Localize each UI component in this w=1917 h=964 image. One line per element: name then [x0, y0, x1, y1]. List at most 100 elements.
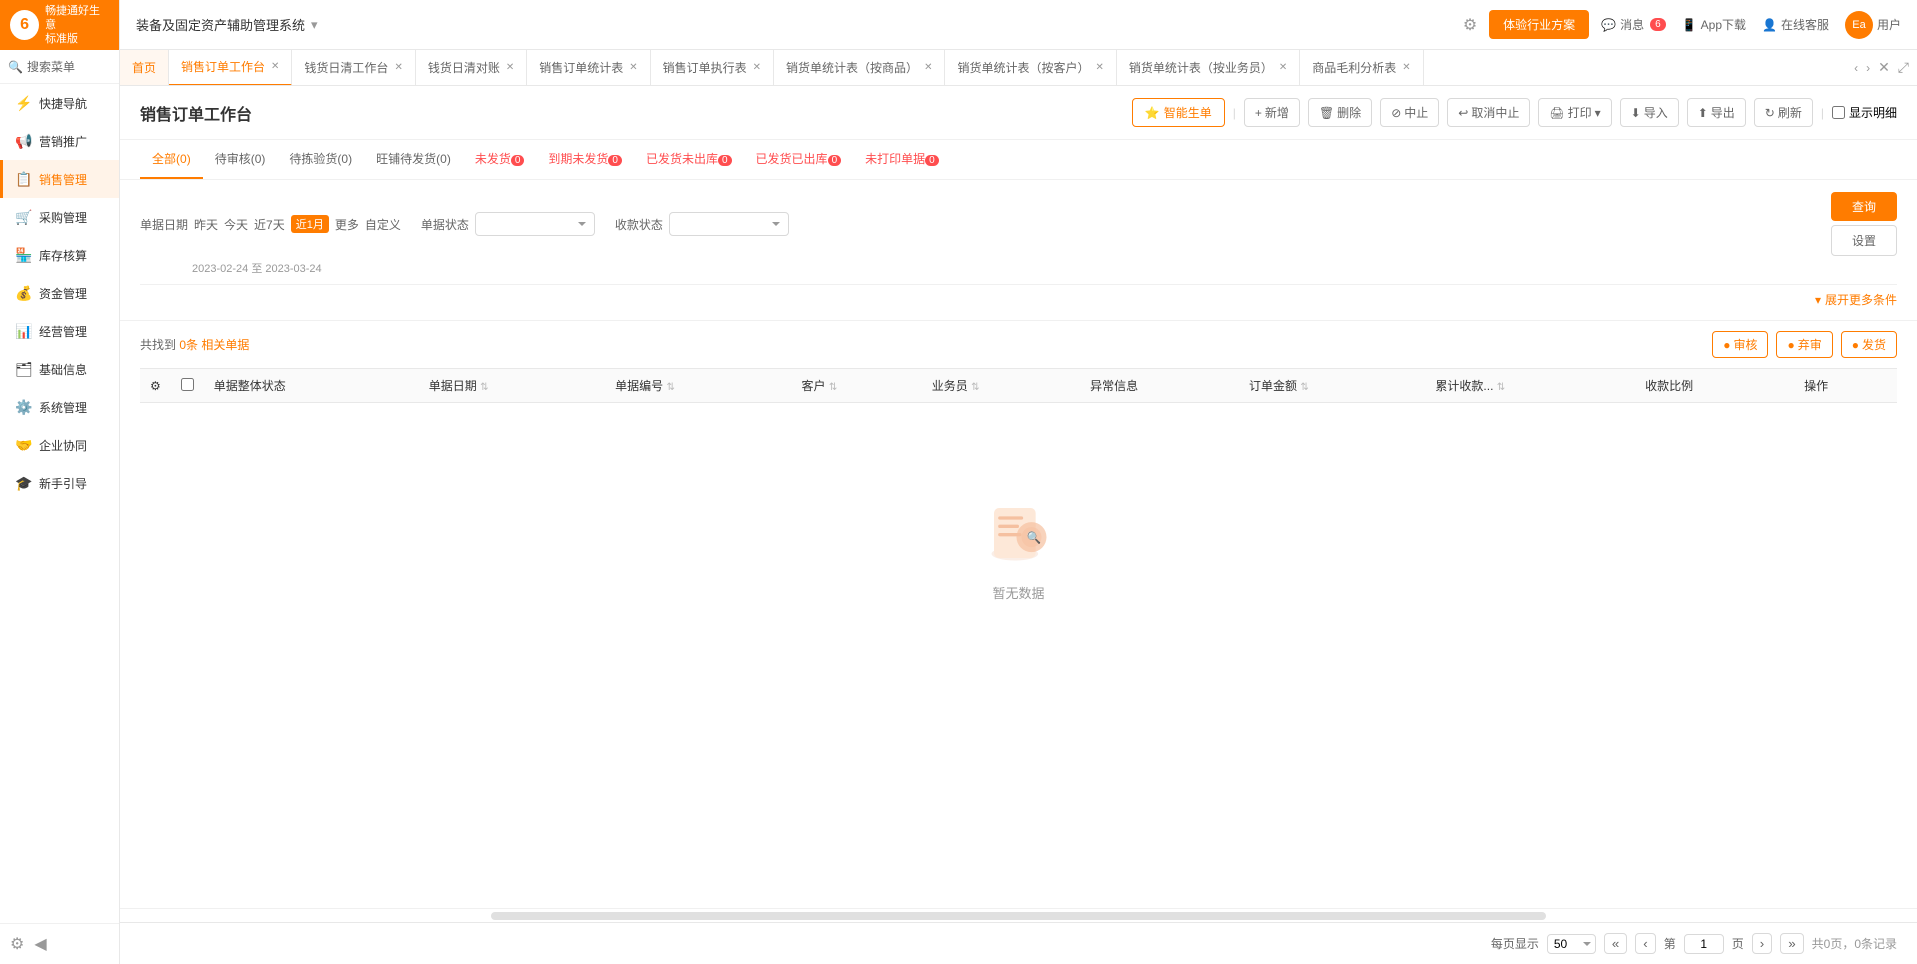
tab-reconcile-close[interactable]: ✕ [506, 62, 514, 73]
user-action[interactable]: Ea 用户 [1845, 11, 1901, 39]
tab-expand-icon[interactable]: ⤢ [1894, 55, 1913, 80]
expand-btn[interactable]: ▾ 展开更多条件 [1815, 291, 1897, 308]
sidebar-item-marketing[interactable]: 📢 营销推广 [0, 122, 119, 160]
date-opt-yesterday[interactable]: 昨天 [194, 216, 218, 233]
tab-sales-workbench[interactable]: 销售订单工作台 ✕ [169, 50, 292, 86]
settings-icon[interactable]: ⚙ [150, 379, 161, 393]
tab-stat-product-close[interactable]: ✕ [924, 62, 932, 73]
payment-select[interactable] [669, 212, 789, 236]
tab-stat-close[interactable]: ✕ [629, 62, 637, 73]
col-received-header[interactable]: 累计收款... ⇅ [1425, 369, 1635, 403]
filter-tab-not-printed[interactable]: 未打印单据0 [853, 140, 951, 179]
sidebar-item-finance[interactable]: 💰 资金管理 [0, 274, 119, 312]
sidebar-item-enterprise[interactable]: 🤝 企业协同 [0, 426, 119, 464]
sidebar-search[interactable]: 🔍 搜索菜单 [0, 50, 119, 84]
tab-home[interactable]: 首页 [120, 50, 169, 86]
filter-tab-wangpu[interactable]: 旺铺待发货(0) [364, 140, 463, 179]
tab-sales-close[interactable]: ✕ [271, 61, 279, 72]
select-all-checkbox[interactable] [181, 378, 194, 391]
col-staff-header[interactable]: 业务员 ⇅ [922, 369, 1080, 403]
tab-cash-close[interactable]: ✕ [394, 62, 402, 73]
sidebar-item-basic[interactable]: 🗂 基础信息 [0, 350, 119, 388]
print-btn[interactable]: 🖨 打印 ▾ [1538, 98, 1611, 127]
horizontal-scrollbar-thumb[interactable] [491, 912, 1545, 920]
settings-bottom-icon[interactable]: ⚙ [10, 934, 24, 954]
show-detail-checkbox[interactable] [1832, 106, 1845, 119]
tab-exec-close[interactable]: ✕ [753, 62, 761, 73]
tab-sales-stat-product[interactable]: 销货单统计表（按商品） ✕ [774, 50, 945, 86]
query-btn[interactable]: 查询 [1831, 192, 1897, 221]
cancel-review-btn[interactable]: ● 弃审 [1776, 331, 1832, 358]
sidebar-item-ops[interactable]: 📊 经营管理 [0, 312, 119, 350]
online-service-action[interactable]: 👤 在线客服 [1762, 16, 1829, 33]
app-download-action[interactable]: 📱 App下载 [1682, 16, 1746, 33]
smart-btn[interactable]: ⭐ 智能生单 [1132, 98, 1225, 127]
received-sort-icon[interactable]: ⇅ [1497, 382, 1505, 393]
filter-tab-pending-review[interactable]: 待审核(0) [203, 140, 278, 179]
stop-btn[interactable]: ⊘ 中止 [1380, 98, 1439, 127]
date-opt-custom[interactable]: 自定义 [365, 216, 401, 233]
filter-tab-shipped-out-wh[interactable]: 已发货已出库0 [744, 140, 854, 179]
export-btn[interactable]: ⬆ 导出 [1687, 98, 1746, 127]
sidebar-item-inventory[interactable]: 🏪 库存核算 [0, 236, 119, 274]
filter-tab-overdue[interactable]: 到期未发货0 [536, 140, 634, 179]
tab-sales-stat[interactable]: 销售订单统计表 ✕ [527, 50, 650, 86]
date-opt-1month[interactable]: 近1月 [291, 215, 329, 233]
date-opt-today[interactable]: 今天 [224, 216, 248, 233]
refresh-btn[interactable]: ↻ 刷新 [1754, 98, 1813, 127]
cancel-stop-btn[interactable]: ↩ 取消中止 [1447, 98, 1530, 127]
staff-sort-icon[interactable]: ⇅ [971, 382, 979, 393]
first-page-btn[interactable]: « [1604, 933, 1627, 954]
sidebar-item-purchase[interactable]: 🛒 采购管理 [0, 198, 119, 236]
col-amount-header[interactable]: 订单金额 ⇅ [1239, 369, 1425, 403]
tab-stat-staff-close[interactable]: ✕ [1279, 62, 1287, 73]
next-page-btn[interactable]: › [1752, 933, 1772, 954]
table-scroll-container[interactable]: ⚙ 单据整体状态 单据日期 ⇅ [140, 368, 1897, 682]
tab-sales-exec[interactable]: 销售订单执行表 ✕ [651, 50, 774, 86]
page-input[interactable] [1684, 934, 1724, 954]
topbar-settings-icon[interactable]: ⚙ [1463, 15, 1477, 35]
amount-sort-icon[interactable]: ⇅ [1300, 382, 1308, 393]
date-sort-icon[interactable]: ⇅ [480, 382, 488, 393]
tab-sales-stat-staff[interactable]: 销货单统计表（按业务员） ✕ [1117, 50, 1300, 86]
number-sort-icon[interactable]: ⇅ [667, 382, 675, 393]
message-action[interactable]: 💬 消息 6 [1601, 16, 1666, 33]
setting-btn[interactable]: 设置 [1831, 225, 1897, 256]
customer-sort-icon[interactable]: ⇅ [829, 382, 837, 393]
status-select[interactable] [475, 212, 595, 236]
tab-margin-close[interactable]: ✕ [1402, 62, 1410, 73]
date-opt-7days[interactable]: 近7天 [254, 216, 285, 233]
sidebar-item-sales[interactable]: 📋 销售管理 [0, 160, 119, 198]
tab-cash-reconcile[interactable]: 钱货日清对账 ✕ [416, 50, 527, 86]
show-detail-label[interactable]: 显示明细 [1832, 104, 1897, 121]
add-btn[interactable]: + 新增 [1244, 98, 1300, 127]
tab-close-all-icon[interactable]: ✕ [1874, 55, 1894, 80]
ship-btn[interactable]: ● 发货 [1841, 331, 1897, 358]
per-page-select[interactable]: 50 10 20 100 [1547, 934, 1596, 954]
delete-btn[interactable]: 🗑 删除 [1308, 98, 1372, 127]
date-opt-more[interactable]: 更多 [335, 216, 359, 233]
tab-prev-icon[interactable]: ‹ [1850, 57, 1862, 79]
import-btn[interactable]: ⬇ 导入 [1620, 98, 1679, 127]
filter-tab-pending-inspect[interactable]: 待拣验货(0) [277, 140, 364, 179]
filter-tab-shipped-not-wh[interactable]: 已发货未出库0 [634, 140, 744, 179]
tab-next-icon[interactable]: › [1862, 57, 1874, 79]
industry-btn[interactable]: 体验行业方案 [1489, 10, 1589, 39]
col-number-header[interactable]: 单据编号 ⇅ [605, 369, 791, 403]
sidebar-item-system[interactable]: ⚙️ 系统管理 [0, 388, 119, 426]
collapse-icon[interactable]: ◀ [34, 934, 46, 954]
sidebar-item-guide[interactable]: 🎓 新手引导 [0, 464, 119, 502]
prev-page-btn[interactable]: ‹ [1635, 933, 1655, 954]
filter-tab-all[interactable]: 全部(0) [140, 140, 203, 179]
review-btn[interactable]: ● 审核 [1712, 331, 1768, 358]
col-date-header[interactable]: 单据日期 ⇅ [419, 369, 605, 403]
col-customer-header[interactable]: 客户 ⇅ [792, 369, 922, 403]
topbar-dropdown-icon[interactable]: ▾ [311, 17, 318, 33]
last-page-btn[interactable]: » [1780, 933, 1803, 954]
tab-stat-customer-close[interactable]: ✕ [1095, 62, 1103, 73]
filter-tab-not-shipped[interactable]: 未发货0 [463, 140, 537, 179]
tab-cash-daily[interactable]: 钱货日清工作台 ✕ [292, 50, 415, 86]
sidebar-item-quicknav[interactable]: ⚡ 快捷导航 [0, 84, 119, 122]
horizontal-scrollbar-area[interactable] [120, 908, 1917, 922]
tab-sales-stat-customer[interactable]: 销货单统计表（按客户） ✕ [945, 50, 1116, 86]
